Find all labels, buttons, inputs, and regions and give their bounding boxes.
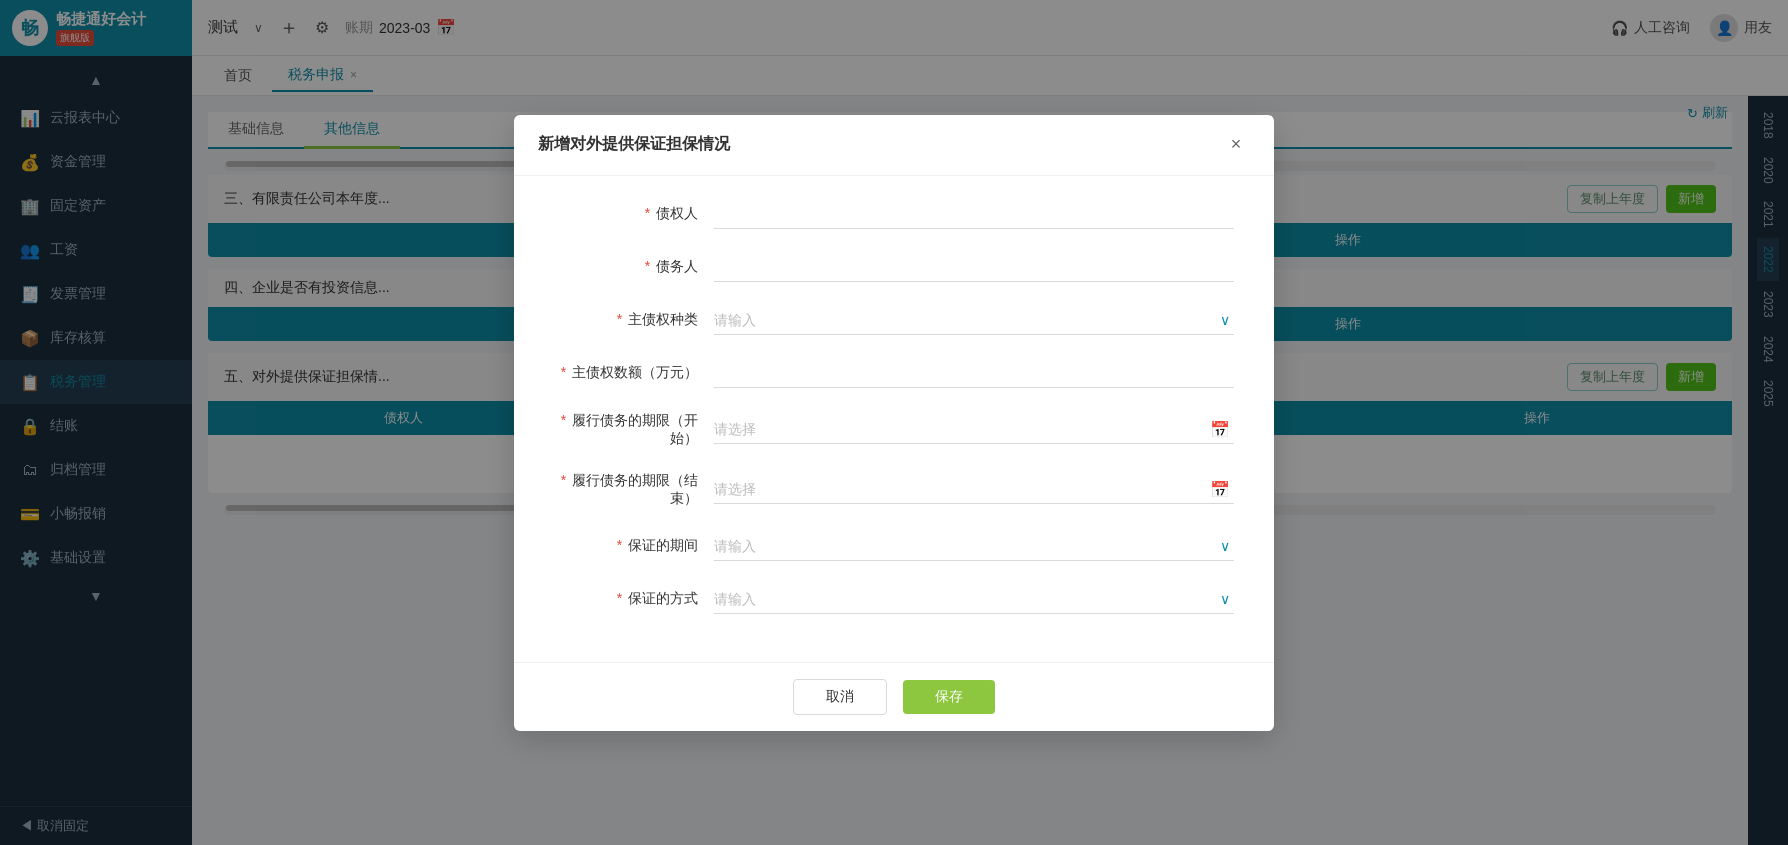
dialog-overlay[interactable]: 新增对外提供保证担保情况 × * 债权人 * 债务人 (0, 0, 1788, 845)
form-row-debt-amount: * 主债权数额（万元） (554, 359, 1234, 388)
form-row-period-end: * 履行债务的期限（结束） 📅 (554, 472, 1234, 508)
label-debtor: * 债务人 (554, 258, 714, 276)
dialog-title: 新增对外提供保证担保情况 (538, 134, 730, 155)
form-row-period-start: * 履行债务的期限（开始） 📅 (554, 412, 1234, 448)
input-guarantee-period[interactable] (714, 532, 1216, 560)
chevron-down-guarantee-period-icon[interactable]: ∨ (1216, 534, 1234, 558)
dialog-header: 新增对外提供保证担保情况 × (514, 115, 1274, 176)
dialog-close-btn[interactable]: × (1222, 131, 1250, 159)
input-debt-amount[interactable] (714, 359, 1234, 388)
save-button[interactable]: 保存 (903, 680, 995, 714)
label-debt-type: * 主债权种类 (554, 311, 714, 329)
label-guarantee-method: * 保证的方式 (554, 590, 714, 608)
form-row-creditor: * 债权人 (554, 200, 1234, 229)
dialog-body: * 债权人 * 债务人 * 主债权种类 (514, 176, 1274, 662)
input-debtor[interactable] (714, 253, 1234, 282)
select-debt-type[interactable]: ∨ (714, 306, 1234, 335)
dialog-footer: 取消 保存 (514, 662, 1274, 731)
select-guarantee-period[interactable]: ∨ (714, 532, 1234, 561)
input-creditor[interactable] (714, 200, 1234, 229)
form-row-guarantee-method: * 保证的方式 ∨ (554, 585, 1234, 614)
form-row-debtor: * 债务人 (554, 253, 1234, 282)
label-period-end: * 履行债务的期限（结束） (554, 472, 714, 508)
label-debt-amount: * 主债权数额（万元） (554, 364, 714, 382)
form-row-debt-type: * 主债权种类 ∨ (554, 306, 1234, 335)
form-row-guarantee-period: * 保证的期间 ∨ (554, 532, 1234, 561)
calendar-start-icon[interactable]: 📅 (1206, 416, 1234, 443)
select-guarantee-method[interactable]: ∨ (714, 585, 1234, 614)
label-guarantee-period: * 保证的期间 (554, 537, 714, 555)
label-creditor: * 债权人 (554, 205, 714, 223)
calendar-end-icon[interactable]: 📅 (1206, 476, 1234, 503)
date-period-start[interactable]: 📅 (714, 415, 1234, 444)
date-period-end[interactable]: 📅 (714, 475, 1234, 504)
chevron-down-icon[interactable]: ∨ (1216, 308, 1234, 332)
dialog: 新增对外提供保证担保情况 × * 债权人 * 债务人 (514, 115, 1274, 731)
input-period-end[interactable] (714, 475, 1206, 503)
input-guarantee-method[interactable] (714, 585, 1216, 613)
label-period-start: * 履行债务的期限（开始） (554, 412, 714, 448)
input-period-start[interactable] (714, 415, 1206, 443)
cancel-button[interactable]: 取消 (793, 679, 887, 715)
input-debt-type[interactable] (714, 306, 1216, 334)
chevron-down-guarantee-method-icon[interactable]: ∨ (1216, 587, 1234, 611)
